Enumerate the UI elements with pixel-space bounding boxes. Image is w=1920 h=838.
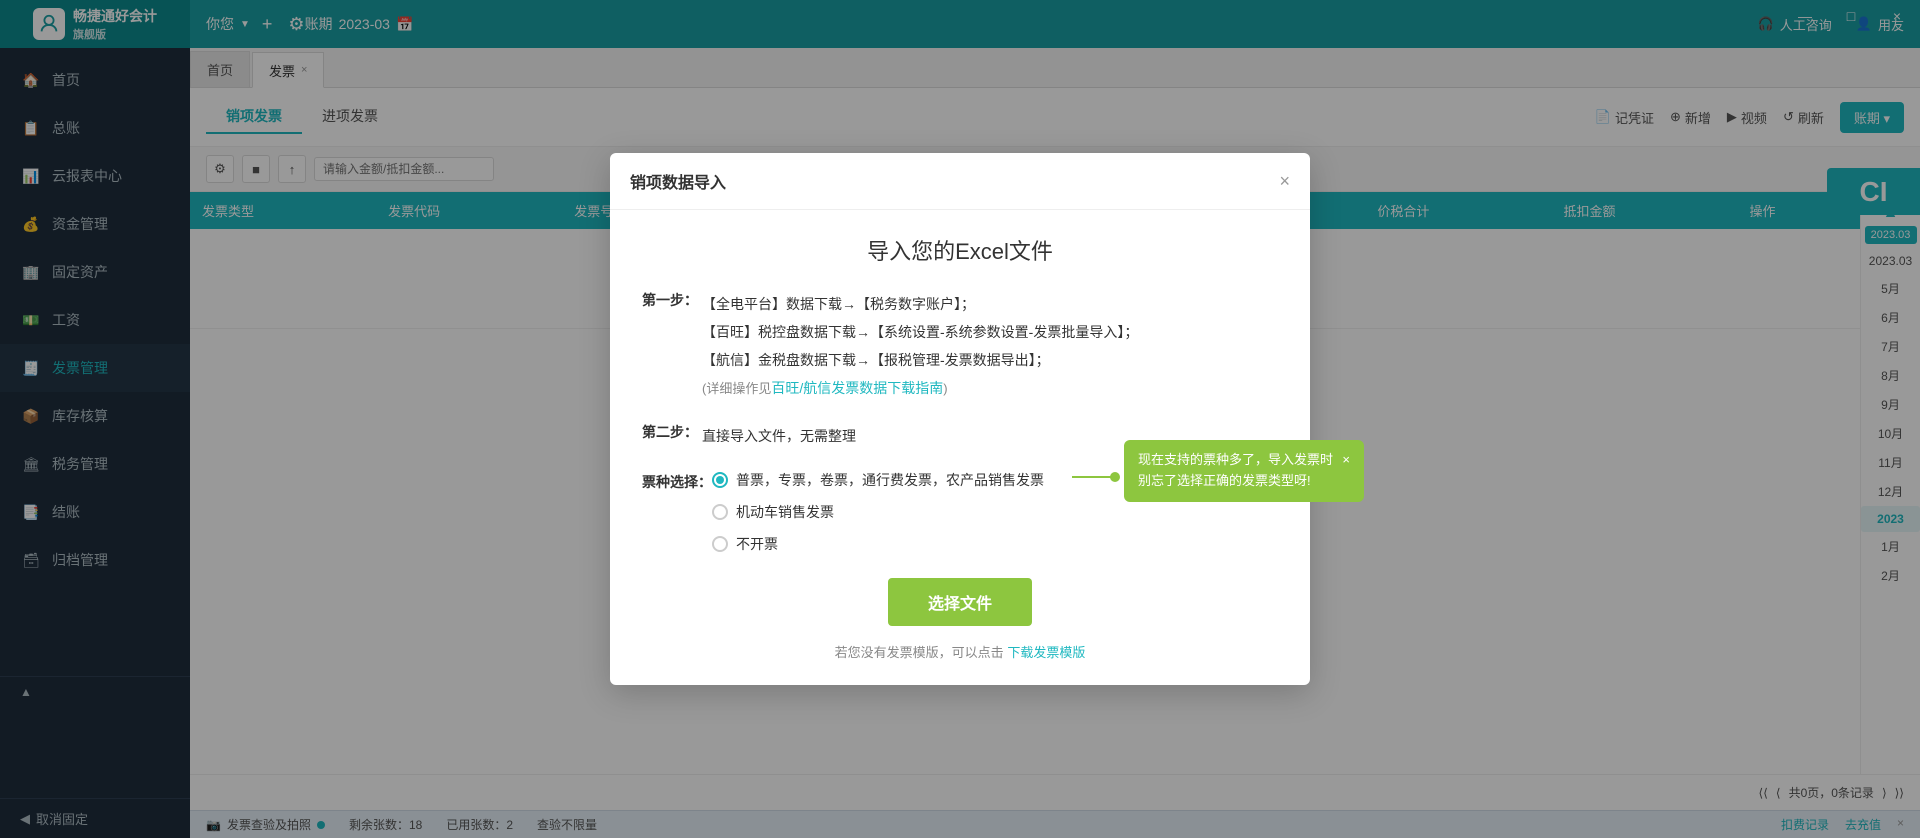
- footer-prefix: 若您没有发票模版，可以点击: [835, 645, 1004, 660]
- radio-normal-circle: [712, 472, 728, 488]
- radio-section: 票种选择： 普票，专票，卷票，通行费发票，农产品销售发票 ×: [642, 470, 1278, 554]
- step2-label: 第二步：: [642, 422, 702, 442]
- tooltip-bubble: × 现在支持的票种多了，导入发票时别忘了选择正确的发票类型呀!: [1124, 440, 1364, 502]
- radio-motor-circle: [712, 504, 728, 520]
- step1-link-paren: (详细操作见: [702, 381, 771, 396]
- radio-group: 普票，专票，卷票，通行费发票，农产品销售发票 × 现在支持的票种多了，导入发票时…: [712, 470, 1052, 554]
- modal-footer-text: 若您没有发票模版，可以点击 下载发票模版: [642, 642, 1278, 661]
- radio-no-invoice-label: 不开票: [736, 534, 778, 554]
- modal-main-title: 导入您的Excel文件: [642, 234, 1278, 266]
- radio-motor[interactable]: 机动车销售发票: [712, 502, 1052, 522]
- step1-label: 第一步：: [642, 290, 702, 310]
- step1-line3: 【航信】金税盘数据下载→【报税管理-发票数据导出】；: [702, 352, 1050, 368]
- step1-line1: 【全电平台】数据下载→【税务数字账户】；: [702, 296, 975, 312]
- modal-overlay[interactable]: 销项数据导入 × 导入您的Excel文件 第一步： 【全电平台】数据下载→【税务…: [0, 0, 1920, 838]
- tooltip-text: 现在支持的票种多了，导入发票时别忘了选择正确的发票类型呀!: [1138, 452, 1333, 488]
- radio-normal-label: 普票，专票，卷票，通行费发票，农产品销售发票: [736, 470, 1044, 490]
- modal-close-btn[interactable]: ×: [1279, 171, 1290, 192]
- radio-normal[interactable]: 普票，专票，卷票，通行费发票，农产品销售发票 × 现在支持的票种多了，导入发票时…: [712, 470, 1052, 490]
- step1-line2: 【百旺】税控盘数据下载→【系统设置-系统参数设置-发票批量导入】；: [702, 324, 1138, 340]
- step1-content: 【全电平台】数据下载→【税务数字账户】； 【百旺】税控盘数据下载→【系统设置-系…: [702, 290, 1138, 402]
- radio-label: 票种选择：: [642, 472, 712, 492]
- modal-body: 导入您的Excel文件 第一步： 【全电平台】数据下载→【税务数字账户】； 【百…: [610, 210, 1310, 685]
- radio-no-invoice-circle: [712, 536, 728, 552]
- select-file-btn[interactable]: 选择文件: [888, 578, 1032, 626]
- modal-header: 销项数据导入 ×: [610, 153, 1310, 210]
- step1-guide-link[interactable]: 百旺/航信发票数据下载指南: [771, 380, 943, 396]
- radio-motor-label: 机动车销售发票: [736, 502, 834, 522]
- tooltip-close-btn[interactable]: ×: [1342, 450, 1350, 471]
- step1-section: 第一步： 【全电平台】数据下载→【税务数字账户】； 【百旺】税控盘数据下载→【系…: [642, 290, 1278, 402]
- radio-no-invoice[interactable]: 不开票: [712, 534, 1052, 554]
- step2-content: 直接导入文件，无需整理: [702, 426, 856, 446]
- import-modal: 销项数据导入 × 导入您的Excel文件 第一步： 【全电平台】数据下载→【税务…: [610, 153, 1310, 685]
- download-template-link[interactable]: 下载发票模版: [1007, 645, 1085, 660]
- modal-title: 销项数据导入: [630, 169, 726, 193]
